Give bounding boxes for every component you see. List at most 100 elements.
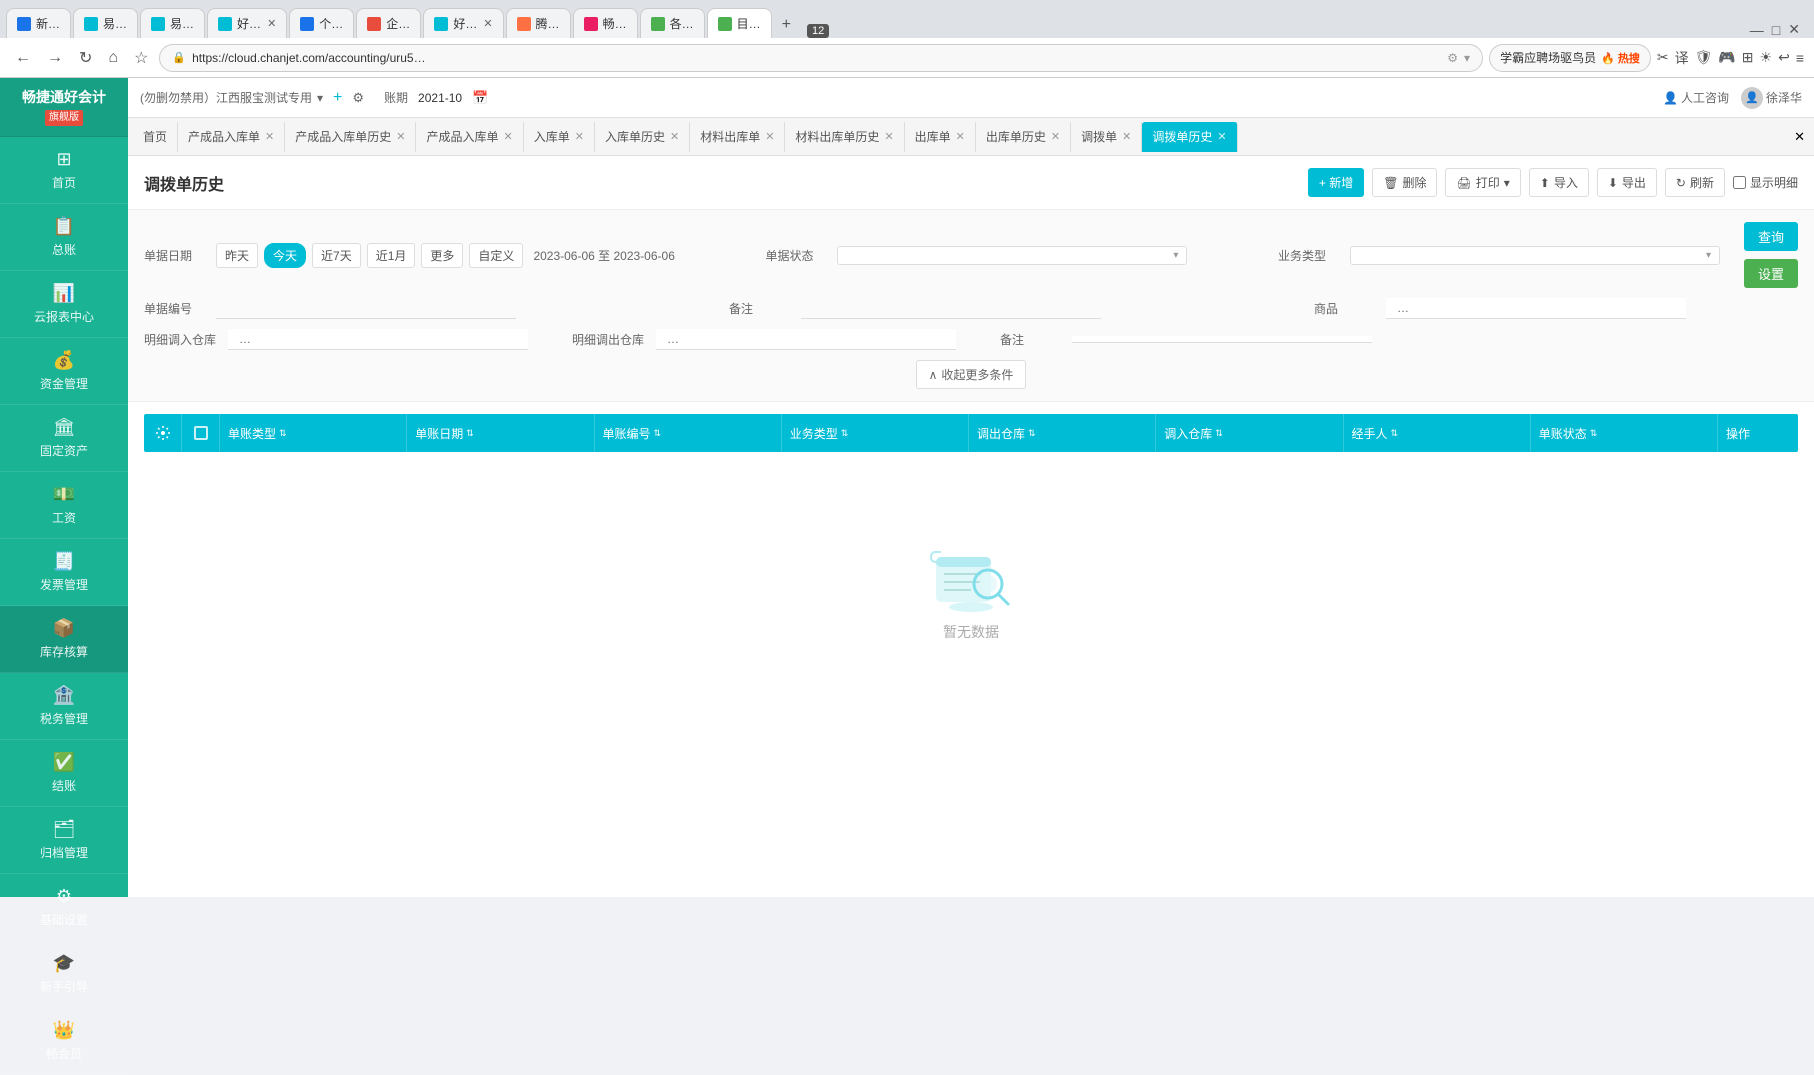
browser-tab-4[interactable]: 好… ✕ — [207, 8, 287, 38]
docno-input[interactable] — [216, 298, 516, 319]
sort-biz-type[interactable]: ⇅ — [841, 428, 849, 439]
sidebar-item-closing[interactable]: ✅ 结账 — [0, 740, 128, 807]
biz-type-select[interactable]: ▾ — [1350, 246, 1720, 265]
to-wh-more[interactable]: … — [667, 332, 679, 346]
export-button[interactable]: ⬇ 导出 — [1597, 168, 1657, 197]
display-checkbox[interactable] — [1733, 176, 1746, 189]
page-tab-out-hist[interactable]: 出库单历史 ✕ — [976, 122, 1071, 152]
sort-doc-type[interactable]: ⇅ — [279, 428, 287, 439]
page-tab-product-in[interactable]: 产成品入库单 ✕ — [178, 122, 285, 152]
browser-search-bar[interactable]: 学霸应聘场驱鸟员 🔥 热搜 — [1489, 44, 1651, 72]
browser-tab-8[interactable]: 腾… — [506, 8, 571, 38]
bookmark-button[interactable]: ☆ — [129, 45, 153, 71]
user-avatar[interactable]: 👤 徐泽华 — [1741, 87, 1802, 109]
sidebar-item-reports[interactable]: 📊 云报表中心 — [0, 271, 128, 338]
sidebar-item-wages[interactable]: 💵 工资 — [0, 472, 128, 539]
sort-out-wh[interactable]: ⇅ — [1028, 428, 1036, 439]
tab-close-in-hist[interactable]: ✕ — [670, 130, 679, 143]
service-button[interactable]: 👤 人工咨询 — [1663, 89, 1729, 106]
sort-doc-status[interactable]: ⇅ — [1590, 428, 1598, 439]
th-gear[interactable] — [144, 414, 182, 452]
browser-tab-3[interactable]: 易… — [140, 8, 205, 38]
sidebar-item-inventory[interactable]: 📦 库存核算 — [0, 606, 128, 673]
settings-filter-button[interactable]: 设置 — [1744, 259, 1798, 288]
date-btn-custom[interactable]: 自定义 — [469, 243, 523, 268]
browser-tab-9[interactable]: 畅… — [573, 8, 638, 38]
date-btn-yesterday[interactable]: 昨天 — [216, 243, 258, 268]
import-button[interactable]: ⬆ 导入 — [1529, 168, 1589, 197]
refresh-button[interactable]: ↻ 刷新 — [1665, 168, 1725, 197]
sidebar-item-funds[interactable]: 💰 资金管理 — [0, 338, 128, 405]
tab-close-out[interactable]: ✕ — [956, 130, 965, 143]
th-checkbox[interactable] — [182, 414, 220, 452]
maximize-button[interactable]: □ — [1772, 22, 1780, 38]
page-tab-material-out[interactable]: 材料出库单 ✕ — [690, 122, 785, 152]
browser-tab-5[interactable]: 个… — [289, 8, 354, 38]
browser-tab-7[interactable]: 好… ✕ — [423, 8, 503, 38]
tab-close-out-hist[interactable]: ✕ — [1051, 130, 1060, 143]
tab-close-product-in2[interactable]: ✕ — [504, 130, 513, 143]
company-selector[interactable]: (勿删勿禁用）江西服宝测试专用 ▾ — [140, 89, 323, 106]
print-button[interactable]: 🖨 打印 ▾ — [1445, 168, 1520, 197]
select-all-checkbox[interactable] — [194, 426, 208, 440]
remark2-select[interactable] — [1072, 336, 1372, 343]
company-dropdown-icon[interactable]: ▾ — [317, 91, 323, 105]
tab-close-in[interactable]: ✕ — [575, 130, 584, 143]
tab-close-transfer[interactable]: ✕ — [1122, 130, 1131, 143]
delete-button[interactable]: 🗑 删除 — [1372, 168, 1437, 197]
reload-button[interactable]: ↻ — [74, 45, 97, 71]
sidebar-item-settings[interactable]: ⚙ 基础设置 — [0, 874, 128, 941]
tab-close-4[interactable]: ✕ — [267, 17, 276, 30]
address-input[interactable]: 🔒 https://cloud.chanjet.com/accounting/u… — [159, 44, 1483, 72]
sort-doc-date[interactable]: ⇅ — [466, 428, 474, 439]
from-wh-select[interactable]: … — [228, 329, 528, 350]
page-tab-transfer[interactable]: 调拨单 ✕ — [1071, 122, 1142, 152]
page-tab-transfer-hist[interactable]: 调拨单历史 ✕ — [1142, 122, 1237, 152]
sidebar-item-invoices[interactable]: 🧾 发票管理 — [0, 539, 128, 606]
date-btn-7days[interactable]: 近7天 — [312, 243, 361, 268]
goods-more-btn[interactable]: … — [1397, 301, 1409, 315]
tab-close-7[interactable]: ✕ — [483, 17, 492, 30]
page-tab-product-in-hist[interactable]: 产成品入库单历史 ✕ — [285, 122, 416, 152]
page-tab-out[interactable]: 出库单 ✕ — [905, 122, 976, 152]
from-wh-more[interactable]: … — [239, 332, 251, 346]
browser-tab-1[interactable]: 新… — [6, 8, 71, 38]
sidebar-item-ledger[interactable]: 📋 总账 — [0, 204, 128, 271]
remark-input[interactable] — [801, 298, 1101, 319]
minimize-button[interactable]: — — [1750, 22, 1764, 38]
to-wh-select[interactable]: … — [656, 329, 956, 350]
tab-close-product-in-hist[interactable]: ✕ — [396, 130, 405, 143]
page-tab-home[interactable]: 首页 — [133, 122, 178, 152]
sidebar-item-member[interactable]: 👑 畅会员 — [0, 1008, 128, 1075]
add-company-button[interactable]: + — [333, 89, 342, 107]
date-btn-more[interactable]: 更多 — [421, 243, 463, 268]
browser-tab-10[interactable]: 各… — [640, 8, 705, 38]
new-button[interactable]: + 新增 — [1308, 168, 1364, 197]
browser-tab-11[interactable]: 目… — [707, 8, 772, 38]
date-btn-1month[interactable]: 近1月 — [367, 243, 416, 268]
calendar-icon[interactable]: 📅 — [472, 90, 488, 106]
sort-in-wh[interactable]: ⇅ — [1215, 428, 1223, 439]
page-tab-material-out-hist[interactable]: 材料出库单历史 ✕ — [785, 122, 904, 152]
display-toggle[interactable]: 显示明细 — [1733, 174, 1798, 191]
address-dropdown-icon[interactable]: ▾ — [1464, 51, 1470, 65]
home-button[interactable]: ⌂ — [103, 46, 123, 70]
sidebar-item-tax[interactable]: 🏦 税务管理 — [0, 673, 128, 740]
tab-close-product-in[interactable]: ✕ — [265, 130, 274, 143]
print-dropdown-icon[interactable]: ▾ — [1504, 176, 1510, 190]
tab-close-transfer-hist[interactable]: ✕ — [1217, 130, 1226, 143]
sidebar-item-home[interactable]: ⊞ 首页 — [0, 137, 128, 204]
date-btn-today[interactable]: 今天 — [264, 243, 306, 268]
tab-close-material-out-hist[interactable]: ✕ — [884, 130, 893, 143]
tab-bar-close[interactable]: ✕ — [1794, 129, 1809, 145]
company-settings-icon[interactable]: ⚙ — [352, 90, 364, 106]
query-button[interactable]: 查询 — [1744, 222, 1798, 251]
sort-handler[interactable]: ⇅ — [1391, 428, 1399, 439]
sort-doc-no[interactable]: ⇅ — [654, 428, 662, 439]
sidebar-item-archive[interactable]: 🗂 归档管理 — [0, 807, 128, 874]
page-tab-product-in2[interactable]: 产成品入库单 ✕ — [416, 122, 523, 152]
new-tab-button[interactable]: + — [774, 12, 799, 38]
browser-tab-6[interactable]: 企… — [356, 8, 421, 38]
sidebar-item-guide[interactable]: 🎓 新手引导 — [0, 941, 128, 1008]
sidebar-item-assets[interactable]: 🏛 固定资产 — [0, 405, 128, 472]
